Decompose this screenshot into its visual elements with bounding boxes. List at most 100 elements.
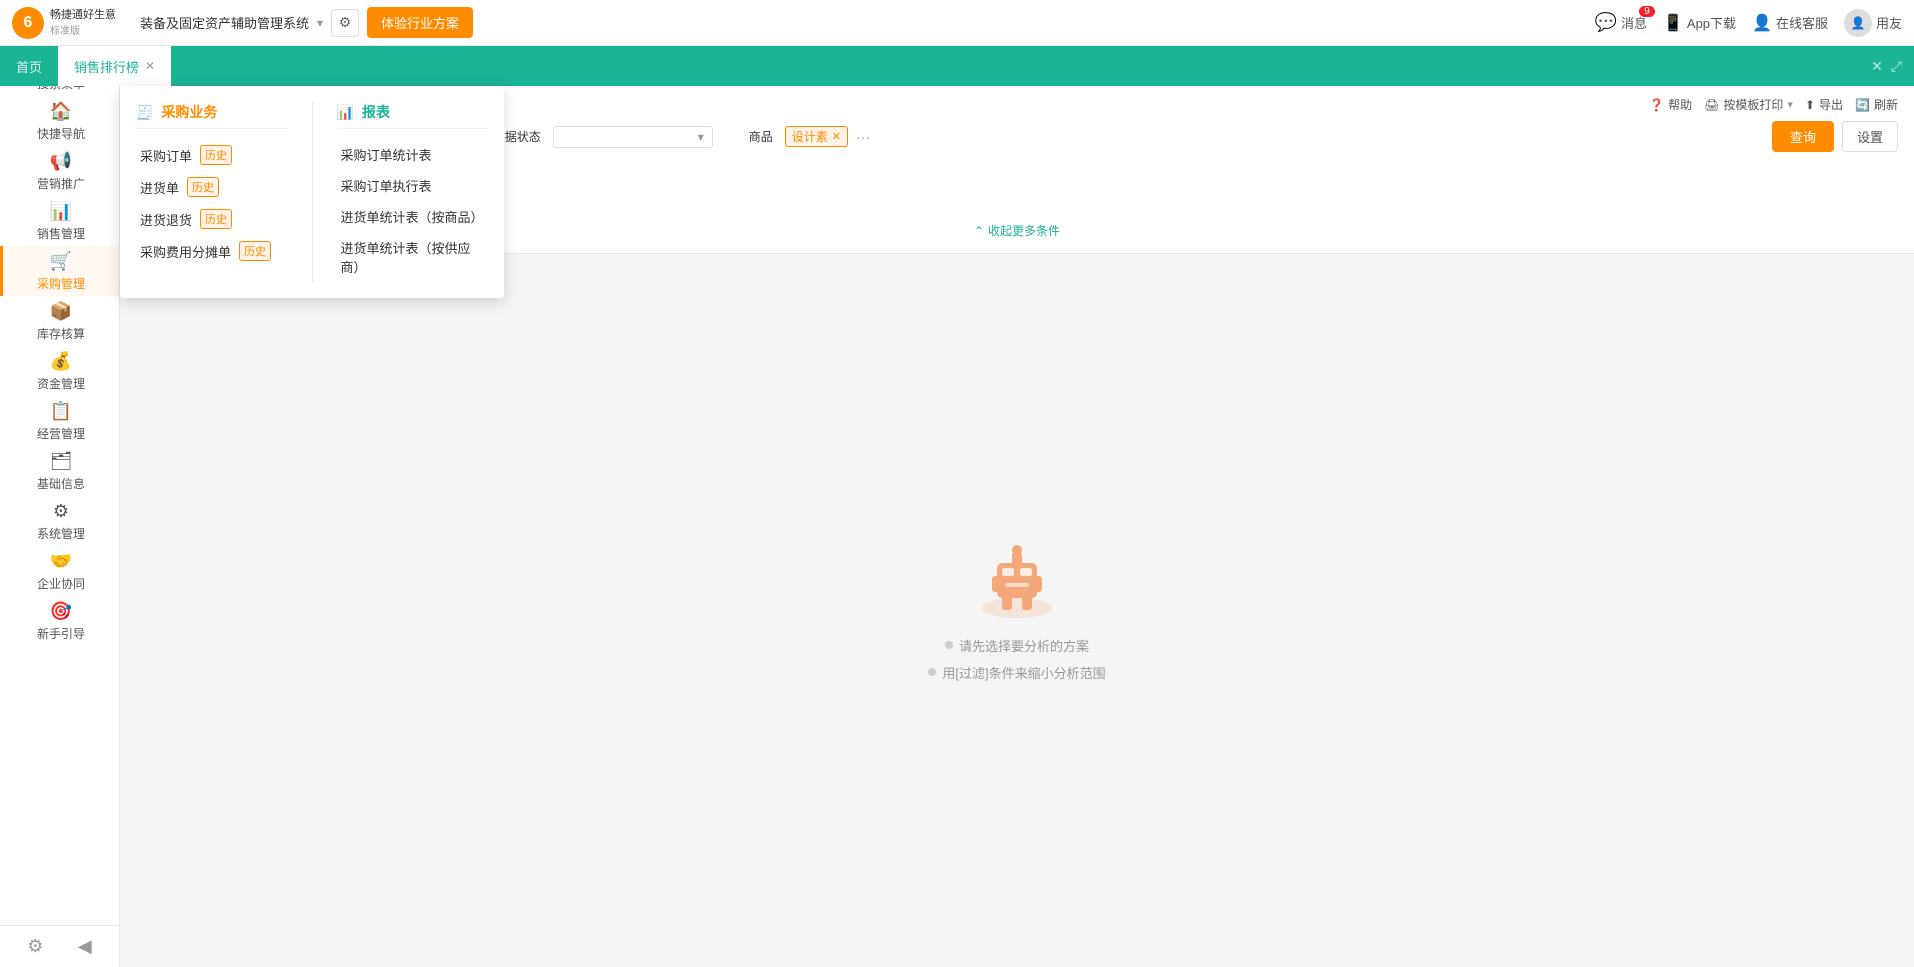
inventory-icon: 📦 — [50, 301, 72, 322]
report-section-title: 📊 报表 — [337, 102, 489, 129]
history-badge-4: 历史 — [239, 241, 271, 261]
print-button[interactable]: 🖨 按模板打印 ▾ — [1704, 96, 1793, 113]
empty-tip-1-text: 请先选择要分析的方案 — [959, 636, 1089, 655]
tab-home[interactable]: 首页 — [0, 46, 58, 86]
sidebar-item-system-label: 系统管理 — [37, 525, 85, 542]
print-label: 按模板打印 — [1723, 96, 1783, 113]
top-bar: 6 畅捷通好生意 标准版 装备及固定资产辅助管理系统 ▾ ⚙ 体验行业方案 💬 … — [0, 0, 1914, 46]
menu-item-purchase-expense[interactable]: 采购费用分摊单 历史 — [136, 235, 288, 267]
sidebar-item-collab[interactable]: 🤝 企业协同 — [0, 546, 119, 596]
sidebar-item-guide[interactable]: 🎯 新手引导 — [0, 596, 119, 646]
menu-item-stock-return[interactable]: 进货退货 历史 — [136, 203, 288, 235]
purchase-section: 🧾 采购业务 采购订单 历史 进货单 历史 进货退货 历史 采购费用分摊单 历史 — [136, 102, 288, 282]
menu-item-purchase-order[interactable]: 采购订单 历史 — [136, 139, 288, 171]
tab-close-icon[interactable]: ✕ — [145, 59, 155, 73]
purchase-section-icon: 🧾 — [136, 104, 153, 121]
refresh-button[interactable]: 🔄 刷新 — [1855, 96, 1898, 113]
empty-illustration — [967, 528, 1067, 628]
history-badge-2: 历史 — [187, 177, 219, 197]
menu-item-stock-in[interactable]: 进货单 历史 — [136, 171, 288, 203]
sidebar-item-nav-label: 快捷导航 — [37, 125, 85, 142]
history-badge-3: 历史 — [200, 209, 232, 229]
purchase-icon: 🛒 — [50, 251, 72, 272]
system-name: 装备及固定资产辅助管理系统 — [140, 13, 309, 32]
gear-button[interactable]: ⚙ — [331, 9, 359, 37]
avatar: 👤 — [1844, 9, 1872, 37]
empty-tip-2-text: 用[过滤]条件来缩小分析范围 — [942, 663, 1105, 682]
online-service-label: 在线客服 — [1776, 13, 1828, 32]
notification-button[interactable]: 💬 9 消息 — [1595, 12, 1647, 33]
menu-item-po-stats[interactable]: 采购订单统计表 — [337, 139, 489, 170]
sidebar-item-purchase[interactable]: 🛒 采购管理 — [0, 246, 119, 296]
help-button[interactable]: ❓ 帮助 — [1649, 96, 1692, 113]
sidebar-item-inventory-label: 库存核算 — [37, 325, 85, 342]
sales-icon: 📊 — [50, 201, 72, 222]
sidebar-item-basic-label: 基础信息 — [37, 475, 85, 492]
dot-2 — [928, 668, 936, 676]
sidebar-item-basic[interactable]: 🗂 基础信息 — [0, 446, 119, 496]
app-download-label: App下载 — [1687, 13, 1736, 32]
sidebar-bottom: ⚙ ◀ — [0, 925, 119, 967]
sidebar-item-inventory[interactable]: 📦 库存核算 — [0, 296, 119, 346]
tab-home-label: 首页 — [16, 57, 42, 76]
online-service-button[interactable]: 👤 在线客服 — [1752, 13, 1828, 33]
sidebar-item-marketing[interactable]: 📢 营销推广 — [0, 146, 119, 196]
help-icon: ❓ — [1649, 98, 1664, 112]
purchase-order-label: 采购订单 — [140, 146, 192, 165]
close-window-icon[interactable]: ✕ — [1871, 58, 1883, 75]
po-stats-label: 采购订单统计表 — [341, 145, 432, 164]
tab-sales-ranking[interactable]: 销售排行榜 ✕ — [58, 46, 171, 86]
menu-item-stock-stats-goods[interactable]: 进货单统计表（按商品） — [337, 201, 489, 232]
sidebar-item-nav[interactable]: 🏠 快捷导航 — [0, 96, 119, 146]
help-label: 帮助 — [1668, 96, 1692, 113]
report-section: 📊 报表 采购订单统计表 采购订单执行表 进货单统计表（按商品） 进货单统计表（… — [337, 102, 489, 282]
export-button[interactable]: ⬆ 导出 — [1805, 96, 1843, 113]
sidebar-item-finance[interactable]: 💰 资金管理 — [0, 346, 119, 396]
sidebar-item-operations-label: 经营管理 — [37, 425, 85, 442]
menu-item-po-exec[interactable]: 采购订单执行表 — [337, 170, 489, 201]
sidebar-item-sales[interactable]: 📊 销售管理 — [0, 196, 119, 246]
app-download-button[interactable]: 📱 App下载 — [1663, 13, 1736, 33]
report-section-icon: 📊 — [337, 104, 354, 121]
notification-badge: 9 — [1639, 6, 1655, 17]
purchase-expense-label: 采购费用分摊单 — [140, 242, 231, 261]
empty-state: 请先选择要分析的方案 用[过滤]条件来缩小分析范围 — [120, 254, 1914, 955]
goods-filter: 设计素 ✕ ··· — [785, 126, 874, 147]
tab-bar: 首页 销售排行榜 ✕ ✕ ⤢ — [0, 46, 1914, 86]
po-exec-label: 采购订单执行表 — [341, 176, 432, 195]
sidebar-item-marketing-label: 营销推广 — [37, 175, 85, 192]
tab-sales-ranking-label: 销售排行榜 — [74, 57, 139, 76]
menu-item-stock-stats-supplier[interactable]: 进货单统计表（按供应商） — [337, 232, 489, 282]
refresh-label: 刷新 — [1874, 96, 1898, 113]
user-label: 用友 — [1876, 13, 1902, 32]
collapse-sidebar-icon[interactable]: ◀ — [78, 936, 92, 957]
goods-tag: 设计素 ✕ — [785, 126, 848, 147]
history-badge-1: 历史 — [200, 145, 232, 165]
status-select[interactable]: ▾ — [553, 126, 713, 148]
print-arrow-icon: ▾ — [1787, 98, 1793, 111]
user-menu[interactable]: 👤 用友 — [1844, 9, 1902, 37]
refresh-icon: 🔄 — [1855, 98, 1870, 112]
print-icon: 🖨 — [1704, 98, 1719, 112]
logo-icon: 6 — [12, 7, 44, 39]
stock-stats-supplier-label: 进货单统计表（按供应商） — [341, 238, 485, 276]
setting-button[interactable]: 设置 — [1842, 121, 1898, 152]
industry-button[interactable]: 体验行业方案 — [367, 7, 473, 38]
system-title: 装备及固定资产辅助管理系统 ▾ ⚙ 体验行业方案 — [140, 7, 1595, 38]
query-button[interactable]: 查询 — [1772, 121, 1834, 152]
goods-ellipsis[interactable]: ··· — [852, 129, 874, 145]
stock-return-label: 进货退货 — [140, 210, 192, 229]
empty-tip-2: 用[过滤]条件来缩小分析范围 — [928, 663, 1105, 682]
maximize-icon[interactable]: ⤢ — [1891, 58, 1902, 75]
sidebar-item-system[interactable]: ⚙ 系统管理 — [0, 496, 119, 546]
sidebar-item-operations[interactable]: 📋 经营管理 — [0, 396, 119, 446]
menu-divider — [312, 102, 313, 282]
goods-tag-close[interactable]: ✕ — [832, 130, 841, 143]
logo-sub: 标准版 — [50, 22, 116, 37]
settings-bottom-icon[interactable]: ⚙ — [27, 936, 43, 957]
stock-stats-goods-label: 进货单统计表（按商品） — [341, 207, 484, 226]
dropdown-arrow-icon[interactable]: ▾ — [317, 16, 323, 30]
purchase-section-label: 采购业务 — [161, 102, 217, 122]
action-buttons: 查询 设置 — [1772, 121, 1898, 152]
guide-icon: 🎯 — [50, 601, 72, 622]
